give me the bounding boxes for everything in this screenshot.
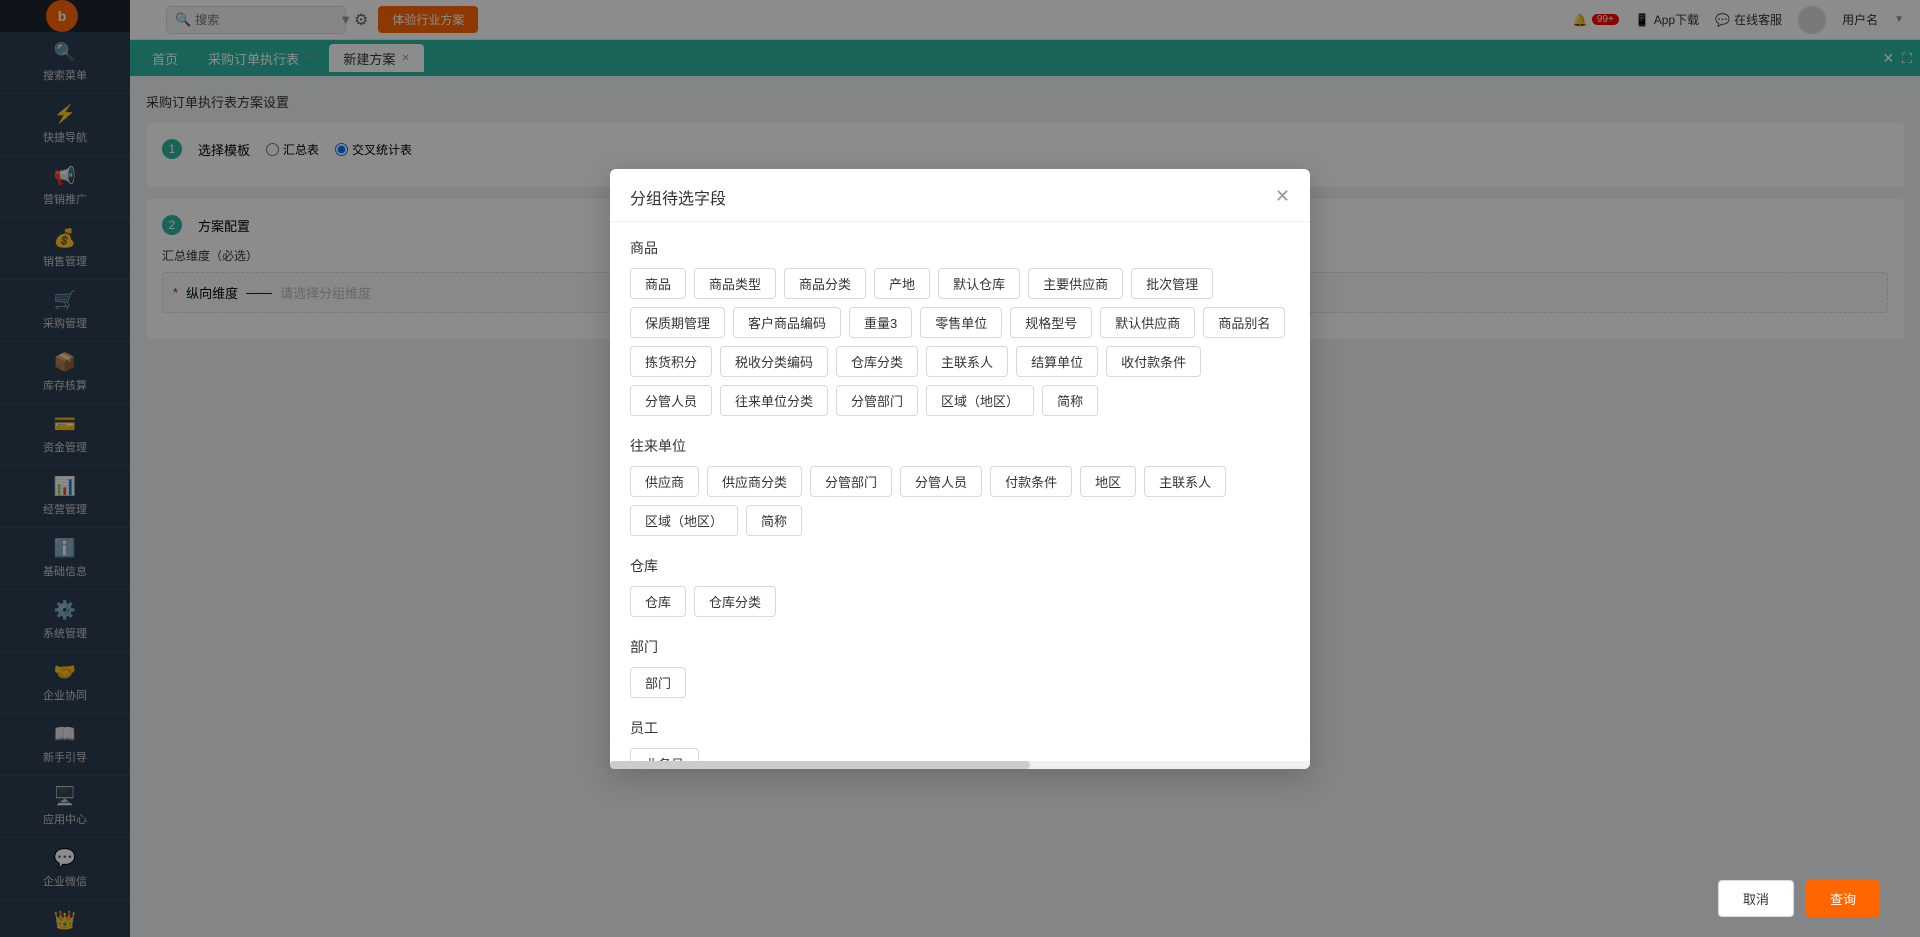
field-tag-0-8[interactable]: 客户商品编码 <box>733 307 841 338</box>
field-tag-1-7[interactable]: 区域（地区） <box>630 505 738 536</box>
field-tag-0-14[interactable]: 拣货积分 <box>630 346 712 377</box>
field-tag-0-1[interactable]: 商品类型 <box>694 268 776 299</box>
section-title-0: 商品 <box>630 238 1290 258</box>
field-tag-1-6[interactable]: 主联系人 <box>1144 466 1226 497</box>
field-tag-0-18[interactable]: 结算单位 <box>1016 346 1098 377</box>
field-tag-0-10[interactable]: 零售单位 <box>920 307 1002 338</box>
field-tag-0-5[interactable]: 主要供应商 <box>1028 268 1123 299</box>
field-tag-1-2[interactable]: 分管部门 <box>810 466 892 497</box>
field-tag-0-6[interactable]: 批次管理 <box>1131 268 1213 299</box>
field-tag-3-0[interactable]: 部门 <box>630 667 686 698</box>
field-tag-2-1[interactable]: 仓库分类 <box>694 586 776 617</box>
field-tag-1-1[interactable]: 供应商分类 <box>707 466 802 497</box>
confirm-button[interactable]: 查询 <box>1806 880 1880 917</box>
scrollbar-thumb <box>610 761 1030 769</box>
field-tag-2-0[interactable]: 仓库 <box>630 586 686 617</box>
modal-horizontal-scrollbar[interactable] <box>610 761 1310 769</box>
field-tag-0-4[interactable]: 默认仓库 <box>938 268 1020 299</box>
field-tag-1-4[interactable]: 付款条件 <box>990 466 1072 497</box>
field-tag-0-2[interactable]: 商品分类 <box>784 268 866 299</box>
field-tags-2: 仓库仓库分类 <box>630 586 1290 617</box>
field-section-1: 往来单位 供应商供应商分类分管部门分管人员付款条件地区主联系人区域（地区） 简称 <box>630 436 1290 536</box>
field-tags-3: 部门 <box>630 667 1290 698</box>
section-title-1: 往来单位 <box>630 436 1290 456</box>
field-tag-0-20[interactable]: 分管人员 <box>630 385 712 416</box>
section-title-4: 员工 <box>630 718 1290 738</box>
field-tag-0-17[interactable]: 主联系人 <box>926 346 1008 377</box>
field-section-4: 员工 业务员 <box>630 718 1290 761</box>
field-tag-0-24[interactable]: 简称 <box>1042 385 1098 416</box>
field-tags-0: 商品商品类型商品分类产地默认仓库主要供应商批次管理保质期管理客户商品编码重量3 零… <box>630 268 1290 416</box>
field-section-0: 商品 商品商品类型商品分类产地默认仓库主要供应商批次管理保质期管理客户商品编码重… <box>630 238 1290 416</box>
modal-header: 分组待选字段 ✕ <box>610 169 1310 222</box>
modal-dialog: 分组待选字段 ✕ 商品 商品商品类型商品分类产地默认仓库主要供应商批次管理保质期… <box>610 169 1310 769</box>
field-tag-1-5[interactable]: 地区 <box>1080 466 1136 497</box>
field-tag-0-0[interactable]: 商品 <box>630 268 686 299</box>
field-tag-1-8[interactable]: 简称 <box>746 505 802 536</box>
field-tags-1: 供应商供应商分类分管部门分管人员付款条件地区主联系人区域（地区） 简称 <box>630 466 1290 536</box>
field-tag-0-7[interactable]: 保质期管理 <box>630 307 725 338</box>
modal-overlay: 分组待选字段 ✕ 商品 商品商品类型商品分类产地默认仓库主要供应商批次管理保质期… <box>0 0 1920 937</box>
field-tag-1-0[interactable]: 供应商 <box>630 466 699 497</box>
modal-close-button[interactable]: ✕ <box>1275 186 1290 207</box>
modal-body: 商品 商品商品类型商品分类产地默认仓库主要供应商批次管理保质期管理客户商品编码重… <box>610 222 1310 761</box>
section-title-3: 部门 <box>630 637 1290 657</box>
modal-title: 分组待选字段 <box>630 185 726 209</box>
field-tag-0-3[interactable]: 产地 <box>874 268 930 299</box>
field-tags-4: 业务员 <box>630 748 1290 761</box>
field-tag-1-3[interactable]: 分管人员 <box>900 466 982 497</box>
field-tag-0-15[interactable]: 税收分类编码 <box>720 346 828 377</box>
cancel-button[interactable]: 取消 <box>1718 880 1794 917</box>
field-section-3: 部门 部门 <box>630 637 1290 698</box>
section-title-2: 仓库 <box>630 556 1290 576</box>
field-tag-4-0[interactable]: 业务员 <box>630 748 699 761</box>
field-tag-0-12[interactable]: 默认供应商 <box>1100 307 1195 338</box>
field-tag-0-21[interactable]: 往来单位分类 <box>720 385 828 416</box>
modal-footer: 取消 查询 <box>1718 880 1880 917</box>
field-tag-0-19[interactable]: 收付款条件 <box>1106 346 1201 377</box>
field-tag-0-13[interactable]: 商品别名 <box>1203 307 1285 338</box>
field-tag-0-22[interactable]: 分管部门 <box>836 385 918 416</box>
field-tag-0-11[interactable]: 规格型号 <box>1010 307 1092 338</box>
field-tag-0-9[interactable]: 重量3 <box>849 307 912 338</box>
field-tag-0-23[interactable]: 区域（地区） <box>926 385 1034 416</box>
field-tag-0-16[interactable]: 仓库分类 <box>836 346 918 377</box>
field-section-2: 仓库 仓库仓库分类 <box>630 556 1290 617</box>
